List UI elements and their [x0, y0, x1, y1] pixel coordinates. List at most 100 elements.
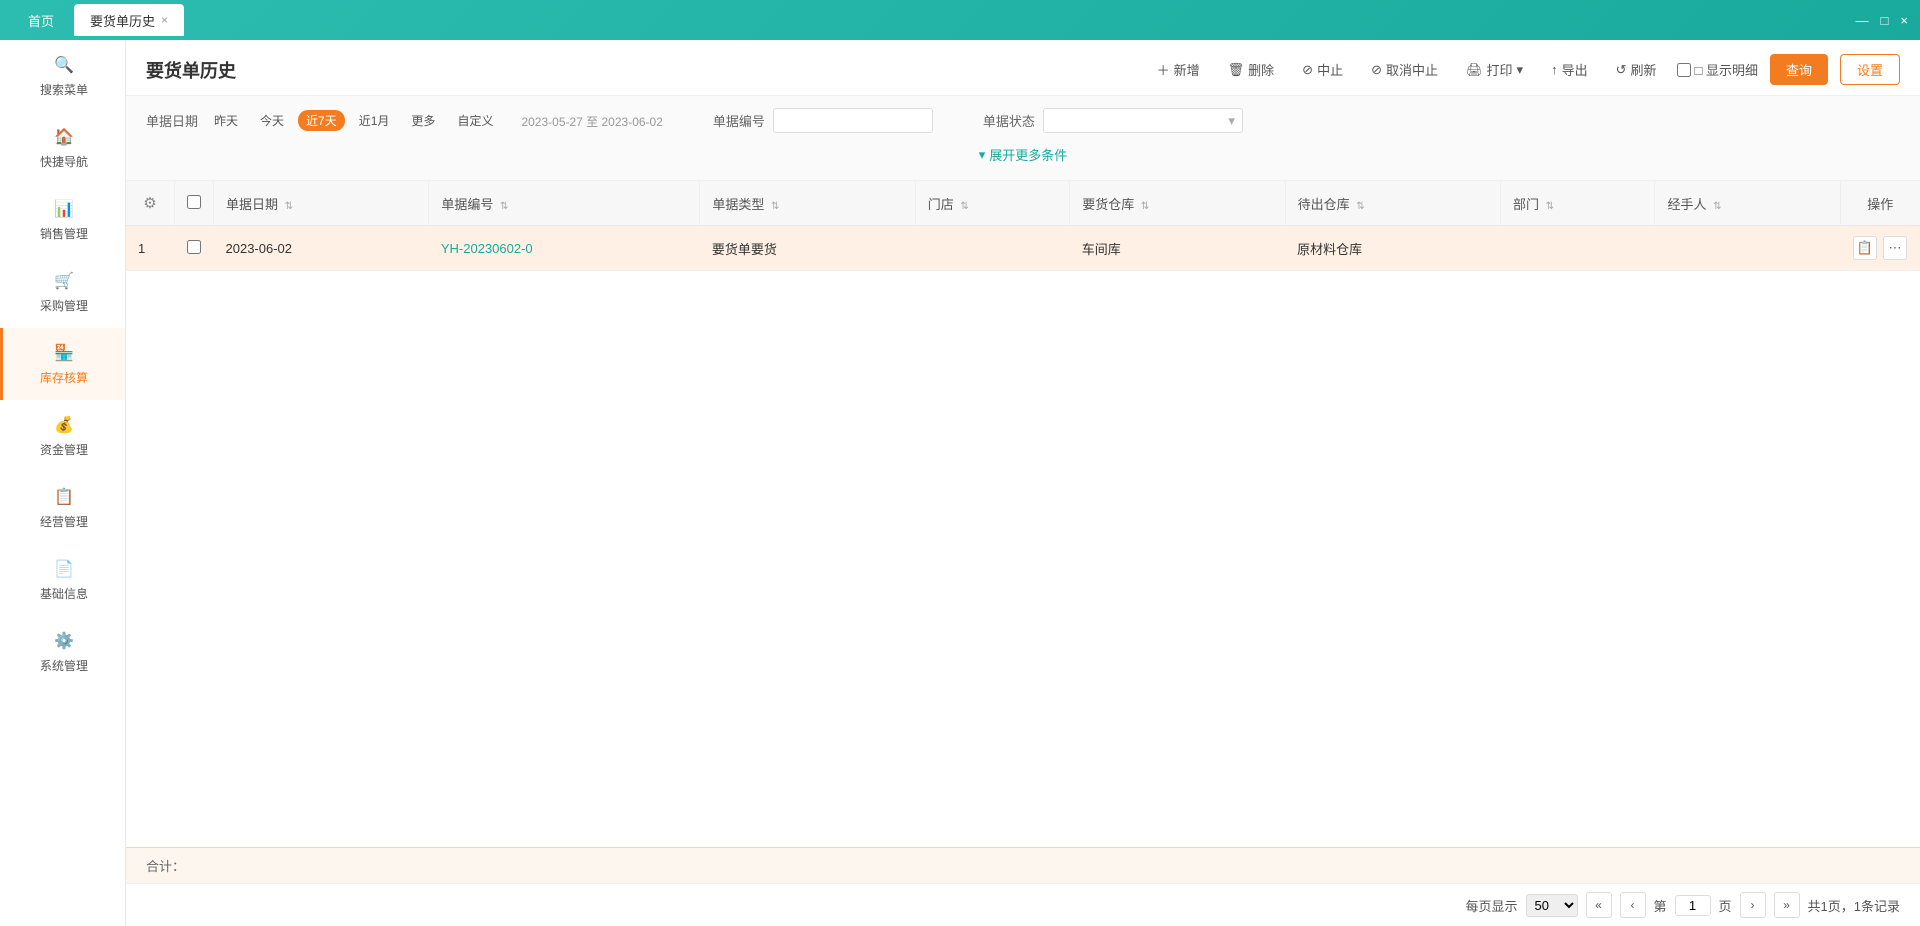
window-close-btn[interactable]: × — [1900, 13, 1908, 28]
date-range-text: 2023-05-27 至 2023-06-02 — [521, 113, 662, 130]
doc-date-filter: 单据日期 昨天 今天 近7天 近1月 更多 自定义 — [146, 110, 501, 131]
sidebar-item-inventory-mgmt[interactable]: 🏪 库存核算 — [0, 328, 125, 400]
doc-status-filter: 单据状态 ▾ — [983, 108, 1243, 133]
date-btn-last1month[interactable]: 近1月 — [351, 110, 398, 131]
row-store — [915, 226, 1070, 271]
sidebar-item-search-menu[interactable]: 🔍 搜索菜单 — [0, 40, 125, 112]
col-doc-type: 单据类型 ⇅ — [700, 181, 915, 226]
col-req-warehouse-label: 要货仓库 — [1082, 197, 1134, 212]
sidebar-item-quick-nav[interactable]: 🏠 快捷导航 — [0, 112, 125, 184]
col-settings-icon[interactable]: ⚙ — [138, 191, 162, 215]
export-label: 导出 — [1562, 60, 1588, 79]
display-detail-input[interactable] — [1677, 63, 1691, 77]
sidebar-item-ops-mgmt[interactable]: 📋 经营管理 — [0, 472, 125, 544]
sidebar: 🔍 搜索菜单 🏠 快捷导航 📊 销售管理 🛒 采购管理 🏪 库存核算 💰 资金管… — [0, 40, 126, 926]
prev-page-button[interactable]: ‹ — [1620, 892, 1646, 918]
row-edit-button[interactable]: 📋 — [1853, 236, 1877, 260]
tab-home-label: 首页 — [28, 11, 54, 30]
doc-status-select-wrapper: ▾ — [1043, 108, 1243, 133]
col-store-sort-icon[interactable]: ⇅ — [960, 201, 968, 212]
cancel-stop-button[interactable]: ⊘ 取消中止 — [1363, 55, 1446, 84]
date-btn-more[interactable]: 更多 — [403, 110, 443, 131]
tab-home[interactable]: 首页 — [12, 4, 70, 36]
first-page-button[interactable]: « — [1586, 892, 1612, 918]
export-button[interactable]: ↑ 导出 — [1543, 55, 1596, 84]
data-table: ⚙ 单据日期 ⇅ 单据编号 ⇅ — [126, 181, 1920, 271]
stop-icon: ⊘ — [1302, 62, 1313, 78]
sidebar-item-finance-mgmt[interactable]: 💰 资金管理 — [0, 400, 125, 472]
content-area: 要货单历史 ＋ 新增 🗑 删除 ⊘ 中止 ⊘ 取消中止 — [126, 40, 1920, 926]
next-page-button[interactable]: › — [1740, 892, 1766, 918]
sidebar-item-system-mgmt-label: 系统管理 — [40, 657, 88, 674]
per-page-select[interactable]: 50 10 20 100 — [1526, 894, 1578, 917]
row-doc-number-link[interactable]: YH-20230602-0 — [441, 241, 533, 256]
col-doc-date: 单据日期 ⇅ — [214, 181, 429, 226]
doc-status-label: 单据状态 — [983, 111, 1035, 130]
doc-status-select[interactable] — [1043, 108, 1243, 133]
date-btn-today[interactable]: 今天 — [252, 110, 292, 131]
row-doc-type: 要货单要货 — [700, 226, 915, 271]
page-label: 第 — [1654, 896, 1667, 915]
col-pending-warehouse-label: 待出仓库 — [1298, 197, 1350, 212]
expand-more-button[interactable]: ▾ 展开更多条件 — [971, 141, 1076, 168]
sidebar-item-finance-mgmt-label: 资金管理 — [40, 441, 88, 458]
ops-mgmt-icon: 📋 — [53, 486, 75, 508]
print-button[interactable]: 🖨 打印 ▾ — [1458, 55, 1531, 84]
sales-mgmt-icon: 📊 — [53, 198, 75, 220]
doc-number-filter: 单据编号 — [713, 108, 933, 133]
col-department-sort-icon[interactable]: ⇅ — [1546, 201, 1554, 212]
row-checkbox[interactable] — [187, 240, 201, 254]
date-btn-last7days[interactable]: 近7天 — [298, 110, 345, 131]
page-number-input[interactable] — [1675, 895, 1711, 916]
date-btn-custom[interactable]: 自定义 — [449, 110, 501, 131]
window-minimize-btn[interactable]: — — [1856, 13, 1869, 28]
footer-total-label: 合计： — [146, 856, 185, 875]
col-store: 门店 ⇅ — [915, 181, 1070, 226]
row-doc-date: 2023-06-02 — [214, 226, 429, 271]
stop-button[interactable]: ⊘ 中止 — [1294, 55, 1351, 84]
pagination-bar: 每页显示 50 10 20 100 « ‹ 第 页 › » 共1页，1条记录 — [126, 883, 1920, 926]
top-bar: 首页 要货单历史 × — □ × — [0, 0, 1920, 40]
sidebar-item-purchase-mgmt[interactable]: 🛒 采购管理 — [0, 256, 125, 328]
sidebar-item-system-mgmt[interactable]: ⚙️ 系统管理 — [0, 616, 125, 688]
sidebar-item-basic-info[interactable]: 📄 基础信息 — [0, 544, 125, 616]
settings-button[interactable]: 设置 — [1840, 54, 1900, 85]
col-actions-label: 操作 — [1867, 197, 1893, 212]
tab-requisition-label: 要货单历史 — [90, 11, 155, 30]
sidebar-item-sales-mgmt-label: 销售管理 — [40, 225, 88, 242]
col-doc-number-sort-icon[interactable]: ⇅ — [500, 201, 508, 212]
row-more-button[interactable]: ⋯ — [1883, 236, 1907, 260]
col-handler: 经手人 ⇅ — [1655, 181, 1840, 226]
col-doc-number-label: 单据编号 — [441, 197, 493, 212]
select-all-checkbox[interactable] — [187, 195, 201, 209]
new-button[interactable]: ＋ 新增 — [1149, 55, 1208, 84]
sidebar-item-inventory-mgmt-label: 库存核算 — [40, 369, 88, 386]
display-detail-checkbox[interactable]: □ 显示明细 — [1677, 60, 1758, 79]
delete-button[interactable]: 🗑 删除 — [1220, 55, 1283, 84]
col-req-warehouse-sort-icon[interactable]: ⇅ — [1141, 201, 1149, 212]
quick-nav-icon: 🏠 — [53, 126, 75, 148]
print-label: 打印 — [1487, 60, 1513, 79]
export-icon: ↑ — [1551, 62, 1558, 77]
sidebar-item-ops-mgmt-label: 经营管理 — [40, 513, 88, 530]
sidebar-item-sales-mgmt[interactable]: 📊 销售管理 — [0, 184, 125, 256]
refresh-button[interactable]: ↺ 刷新 — [1608, 55, 1665, 84]
row-doc-number: YH-20230602-0 — [429, 226, 700, 271]
col-doc-date-sort-icon[interactable]: ⇅ — [285, 201, 293, 212]
sidebar-item-basic-info-label: 基础信息 — [40, 585, 88, 602]
col-doc-date-label: 单据日期 — [226, 197, 278, 212]
row-checkbox-cell — [175, 226, 214, 271]
window-maximize-btn[interactable]: □ — [1881, 13, 1889, 28]
tab-requisition-close-icon[interactable]: × — [161, 13, 168, 27]
col-doc-type-sort-icon[interactable]: ⇅ — [771, 201, 779, 212]
row-actions: 📋 ⋯ — [1840, 226, 1920, 271]
col-pending-warehouse-sort-icon[interactable]: ⇅ — [1356, 201, 1364, 212]
tab-requisition-history[interactable]: 要货单历史 × — [74, 4, 184, 36]
date-btn-yesterday[interactable]: 昨天 — [206, 110, 246, 131]
delete-label: 删除 — [1248, 60, 1274, 79]
last-page-button[interactable]: » — [1774, 892, 1800, 918]
query-button[interactable]: 查询 — [1770, 54, 1828, 85]
col-handler-sort-icon[interactable]: ⇅ — [1713, 201, 1721, 212]
top-bar-tabs: 首页 要货单历史 × — [12, 4, 1856, 36]
doc-number-input[interactable] — [773, 108, 933, 133]
